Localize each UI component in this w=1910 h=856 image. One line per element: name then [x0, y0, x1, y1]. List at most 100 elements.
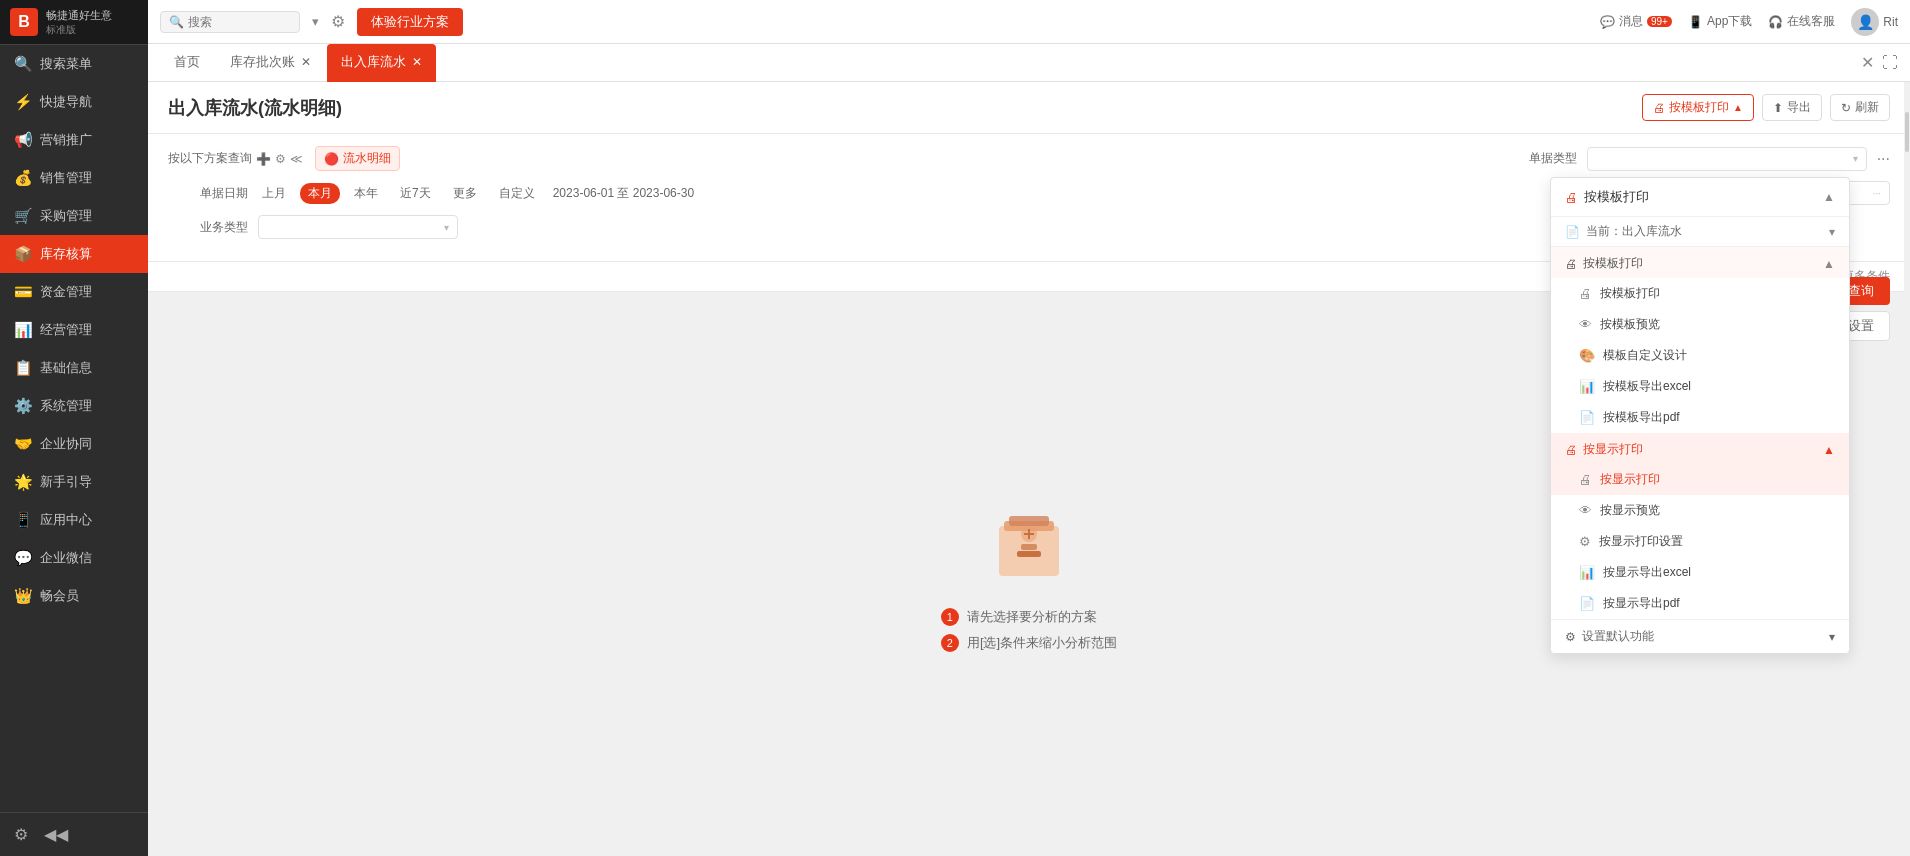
search-box[interactable]: 🔍 [160, 11, 300, 33]
sidebar-item-search[interactable]: 🔍 搜索菜单 [0, 45, 148, 83]
dp-current-arrow[interactable]: ▾ [1829, 225, 1835, 239]
sidebar-item-purchase[interactable]: 🛒 采购管理 [0, 197, 148, 235]
user-info[interactable]: 👤 Rit [1851, 8, 1898, 36]
sidebar-item-label: 搜索菜单 [40, 55, 92, 73]
topbar: 🔍 ▾ ⚙ 体验行业方案 💬 消息 99+ 📱 App下载 🎧 在线客服 👤 R [148, 0, 1910, 44]
service-icon: 🎧 [1768, 15, 1783, 29]
date-btn-last-month[interactable]: 上月 [254, 183, 294, 204]
topbar-actions: 💬 消息 99+ 📱 App下载 🎧 在线客服 👤 Rit [1600, 8, 1898, 36]
trial-button[interactable]: 体验行业方案 [357, 8, 463, 36]
sidebar-item-label: 企业微信 [40, 549, 92, 567]
settings-icon[interactable]: ⚙ [14, 825, 28, 844]
filter-settings-button[interactable]: ⚙ [275, 152, 286, 166]
dp-item-template-preview[interactable]: 👁 按模板预览 [1551, 309, 1849, 340]
search-dropdown-icon[interactable]: ▾ [312, 14, 319, 29]
date-btn-7days[interactable]: 近7天 [392, 183, 439, 204]
member-icon: 👑 [14, 587, 32, 605]
messages-label: 消息 [1619, 13, 1643, 30]
dp-item-template-excel[interactable]: 📊 按模板导出excel [1551, 371, 1849, 402]
search-icon: 🔍 [169, 15, 184, 29]
page-header-actions: 🖨 按模板打印 ▲ ⬆ 导出 ↻ 刷新 [1642, 94, 1890, 133]
search-input[interactable] [188, 15, 291, 29]
dp-collapse-icon[interactable]: ▲ [1823, 190, 1835, 204]
date-btn-this-year[interactable]: 本年 [346, 183, 386, 204]
maximize-window-icon[interactable]: ⛶ [1882, 54, 1898, 72]
messages-item[interactable]: 💬 消息 99+ [1600, 13, 1672, 30]
dp-item-display-preview[interactable]: 👁 按显示预览 [1551, 495, 1849, 526]
dp-item-template-print[interactable]: 🖨 按模板打印 [1551, 278, 1849, 309]
sidebar-header: B 畅捷通好生意 标准版 [0, 0, 148, 45]
dp-item-display-print[interactable]: 🖨 按显示打印 [1551, 464, 1849, 495]
sidebar-item-system[interactable]: ⚙️ 系统管理 [0, 387, 148, 425]
tab-close-flow[interactable]: ✕ [412, 55, 422, 69]
topbar-settings-icon[interactable]: ⚙ [331, 12, 345, 31]
close-window-icon[interactable]: ✕ [1861, 53, 1874, 72]
guide-icon: 🌟 [14, 473, 32, 491]
sidebar-item-label: 经营管理 [40, 321, 92, 339]
dp-item-template-design[interactable]: 🎨 模板自定义设计 [1551, 340, 1849, 371]
filter-tag-label: 流水明细 [343, 150, 391, 167]
export-button[interactable]: ⬆ 导出 [1762, 94, 1822, 121]
sidebar-item-label: 基础信息 [40, 359, 92, 377]
doc-type-label: 单据类型 [1529, 150, 1577, 167]
avatar: 👤 [1851, 8, 1879, 36]
template-print-button[interactable]: 🖨 按模板打印 ▲ [1642, 94, 1754, 121]
sidebar-item-label: 新手引导 [40, 473, 92, 491]
biz-type-field[interactable]: ▾ [258, 215, 458, 239]
dp-footer-content: ⚙ 设置默认功能 [1565, 628, 1654, 645]
date-btn-more[interactable]: 更多 [445, 183, 485, 204]
sidebar-item-operation[interactable]: 📊 经营管理 [0, 311, 148, 349]
tab-close-batch[interactable]: ✕ [301, 55, 311, 69]
tab-home[interactable]: 首页 [160, 44, 214, 82]
sidebar-item-guide[interactable]: 🌟 新手引导 [0, 463, 148, 501]
tab-batch-account[interactable]: 库存批次账 ✕ [216, 44, 325, 82]
doc-type-more-icon[interactable]: ··· [1877, 150, 1890, 168]
date-btn-this-month[interactable]: 本月 [300, 183, 340, 204]
dp-item-display-print-settings[interactable]: ⚙ 按显示打印设置 [1551, 526, 1849, 557]
sidebar-item-inventory[interactable]: 📦 库存核算 [0, 235, 148, 273]
step-1-text: 请先选择要分析的方案 [967, 608, 1097, 626]
brand-info: 畅捷通好生意 标准版 [46, 8, 112, 35]
message-icon: 💬 [1600, 15, 1615, 29]
sidebar-item-member[interactable]: 👑 畅会员 [0, 577, 148, 615]
username-label: Rit [1883, 15, 1898, 29]
refresh-button[interactable]: ↻ 刷新 [1830, 94, 1890, 121]
tab-stock-flow[interactable]: 出入库流水 ✕ [327, 44, 436, 82]
dp-item-display-pdf[interactable]: 📄 按显示导出pdf [1551, 588, 1849, 619]
sidebar-item-collab[interactable]: 🤝 企业协同 [0, 425, 148, 463]
date-btn-custom[interactable]: 自定义 [491, 183, 543, 204]
tab-label: 首页 [174, 53, 200, 71]
sidebar-item-basic[interactable]: 📋 基础信息 [0, 349, 148, 387]
filter-tag[interactable]: 🔴 流水明细 [315, 146, 400, 171]
main-area: 🔍 ▾ ⚙ 体验行业方案 💬 消息 99+ 📱 App下载 🎧 在线客服 👤 R [148, 0, 1910, 856]
collab-icon: 🤝 [14, 435, 32, 453]
doc-type-field[interactable]: ▾ [1587, 147, 1867, 171]
add-filter-button[interactable]: ➕ [256, 152, 271, 166]
dp-display-section-header[interactable]: 🖨 按显示打印 ▲ [1551, 433, 1849, 464]
sidebar-item-label: 销售管理 [40, 169, 92, 187]
sidebar-item-wechat[interactable]: 💬 企业微信 [0, 539, 148, 577]
collapse-icon[interactable]: ◀◀ [44, 825, 68, 844]
right-scrollbar[interactable] [1904, 82, 1910, 856]
sidebar-item-sales[interactable]: 💰 销售管理 [0, 159, 148, 197]
sidebar-item-quick-nav[interactable]: ⚡ 快捷导航 [0, 83, 148, 121]
filter-tag-icon: 🔴 [324, 152, 339, 166]
sidebar-item-finance[interactable]: 💳 资金管理 [0, 273, 148, 311]
filter-collapse-button[interactable]: ≪ [290, 152, 303, 166]
biz-type-group: 业务类型 ▾ [200, 215, 458, 239]
sidebar-item-appstore[interactable]: 📱 应用中心 [0, 501, 148, 539]
online-service-item[interactable]: 🎧 在线客服 [1768, 13, 1835, 30]
refresh-icon: ↻ [1841, 101, 1851, 115]
app-download-item[interactable]: 📱 App下载 [1688, 13, 1752, 30]
tab-label: 库存批次账 [230, 53, 295, 71]
date-filters: 上月 本月 本年 近7天 更多 自定义 [254, 183, 543, 204]
empty-icon [979, 496, 1079, 596]
dp-item-template-pdf[interactable]: 📄 按模板导出pdf [1551, 402, 1849, 433]
sidebar-item-label: 营销推广 [40, 131, 92, 149]
dp-template-section-header[interactable]: 🖨 按模板打印 ▲ [1551, 247, 1849, 278]
template-icon: 📄 [1565, 225, 1580, 239]
dp-footer[interactable]: ⚙ 设置默认功能 ▾ [1551, 619, 1849, 653]
sidebar-item-marketing[interactable]: 📢 营销推广 [0, 121, 148, 159]
system-icon: ⚙️ [14, 397, 32, 415]
dp-item-display-excel[interactable]: 📊 按显示导出excel [1551, 557, 1849, 588]
